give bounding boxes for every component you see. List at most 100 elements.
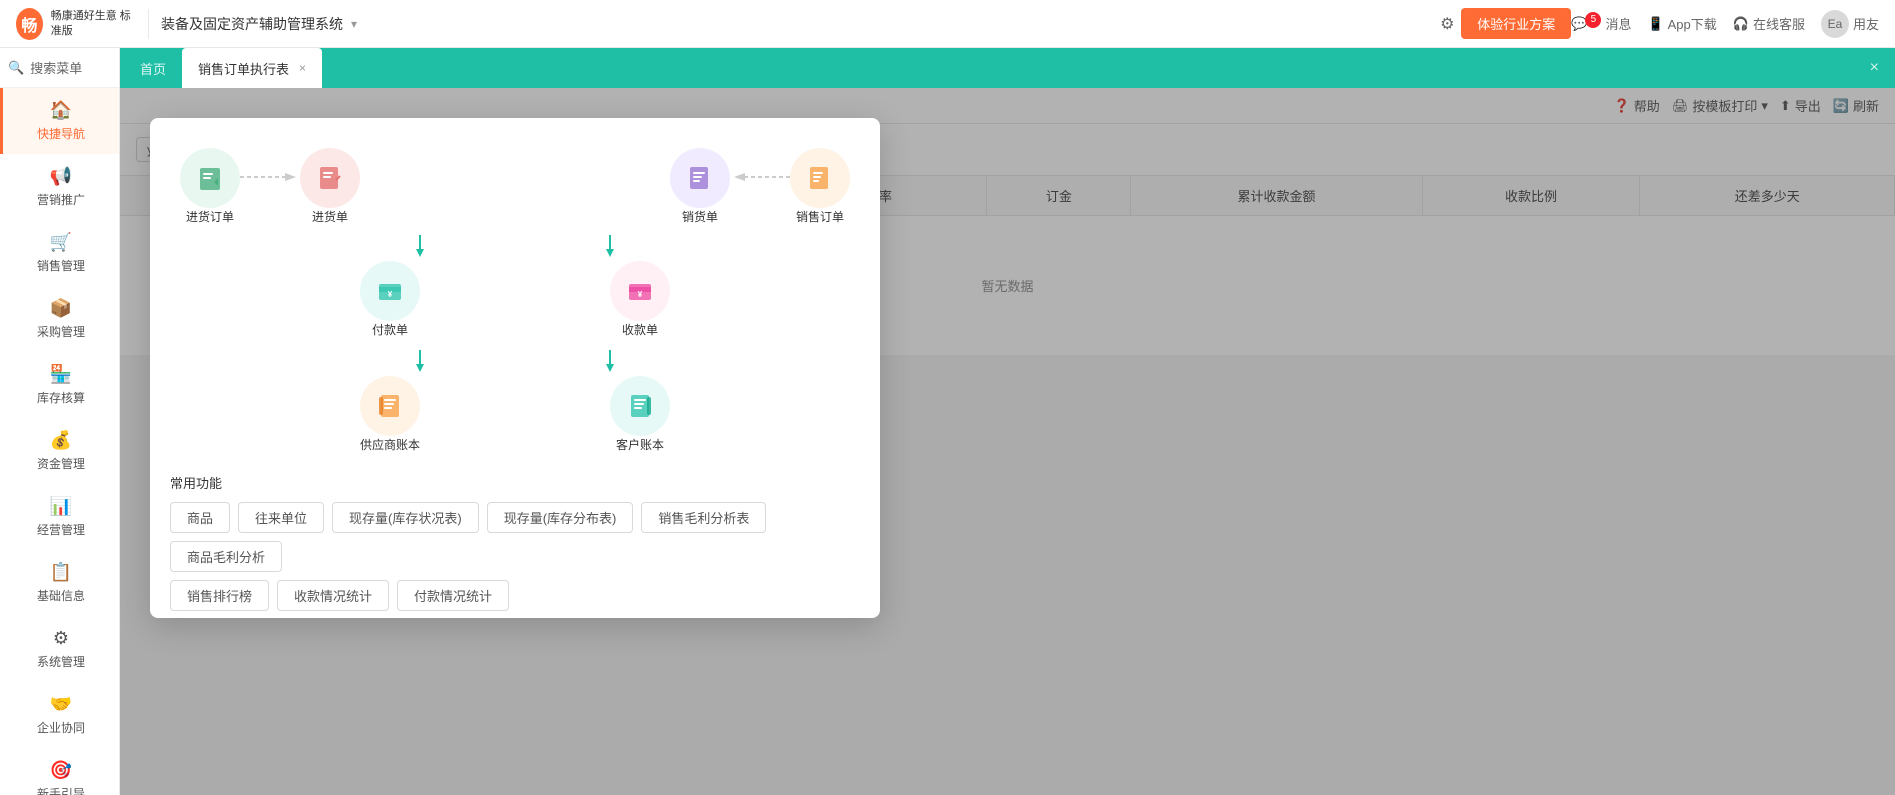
- purchase-bill-node: 进货单: [300, 148, 360, 225]
- func-btn-receipt-stats[interactable]: 收款情况统计: [277, 580, 389, 611]
- sales-order-node: 销售订单: [790, 148, 850, 225]
- supplier-ledger-label: 供应商账本: [360, 436, 420, 453]
- sidebar-item-inventory[interactable]: 🏪 库存核算: [0, 352, 119, 418]
- payment-in-icon: ¥: [626, 277, 654, 305]
- search-icon: 🔍: [8, 60, 24, 76]
- purchase-order-node: 进货订单: [180, 148, 240, 225]
- down-arrow-2: [602, 235, 618, 257]
- tab-close-icon[interactable]: ×: [299, 61, 306, 75]
- payment-in-down-arrow: [550, 350, 670, 372]
- sales-bill-circle[interactable]: [670, 148, 730, 208]
- message-item[interactable]: 💬 5 消息: [1571, 14, 1631, 33]
- func-btn-sales-gross[interactable]: 销售毛利分析表: [641, 502, 766, 533]
- spacer-right: [730, 235, 850, 257]
- sales-bill-node: 销货单: [670, 148, 730, 225]
- quick-nav-icon: 🏠: [50, 100, 72, 121]
- func-btn-stock-status[interactable]: 现存量(库存状况表): [332, 502, 479, 533]
- purchase-order-circle[interactable]: [180, 148, 240, 208]
- enterprise-icon: 🤝: [50, 694, 72, 715]
- left-arrow-dashed: [730, 169, 790, 185]
- gear-button[interactable]: ⚙: [1433, 10, 1461, 38]
- user-label: 用友: [1853, 14, 1879, 33]
- logo-area: 畅 畅康通好生意 标准版: [16, 8, 136, 40]
- customer-ledger-circle[interactable]: [610, 376, 670, 436]
- sidebar-item-marketing[interactable]: 📢 营销推广: [0, 154, 119, 220]
- func-btn-stock-dist[interactable]: 现存量(库存分布表): [487, 502, 634, 533]
- sales-order-label: 销售订单: [796, 208, 844, 225]
- purchase-order-icon: [196, 164, 224, 192]
- sidebar-item-enterprise[interactable]: 🤝 企业协同: [0, 682, 119, 748]
- online-service-label: 在线客服: [1753, 14, 1805, 33]
- sales-bill-icon: [686, 164, 714, 192]
- tab-sales-orders[interactable]: 销售订单执行表 ×: [182, 48, 322, 88]
- flow-row-2: ¥ 付款单: [180, 261, 850, 338]
- page-content: ❓ 帮助 🖨 按模板打印 ▾ ⬆ 导出 🔄 刷新: [120, 88, 1895, 795]
- phone-icon: 📱: [1647, 16, 1663, 32]
- sidebar-item-quick-nav[interactable]: 🏠 快捷导航: [0, 88, 119, 154]
- payment-in-node: ¥ 收款单: [610, 261, 670, 338]
- customer-ledger-icon: [626, 392, 654, 420]
- modal-overlay: 进货订单: [120, 88, 1895, 795]
- purchase-bill-circle[interactable]: [300, 148, 360, 208]
- func-btn-sales-rank[interactable]: 销售排行榜: [170, 580, 269, 611]
- sidebar-item-label-finance: 资金管理: [37, 455, 85, 472]
- func-btn-product[interactable]: 商品: [170, 502, 230, 533]
- tab-home-label: 首页: [140, 59, 166, 78]
- tab-bar-close-icon[interactable]: ×: [1858, 59, 1891, 77]
- tab-home[interactable]: 首页: [124, 48, 182, 88]
- tab-sales-orders-label: 销售订单执行表: [198, 59, 289, 78]
- sidebar-item-basic-info[interactable]: 📋 基础信息: [0, 550, 119, 616]
- sidebar-item-purchase[interactable]: 📦 采购管理: [0, 286, 119, 352]
- modal-box: 进货订单: [150, 118, 880, 618]
- message-badge: 5: [1585, 12, 1601, 28]
- sidebar-item-label-quick-nav: 快捷导航: [37, 125, 85, 142]
- down-arrow-1: [412, 235, 428, 257]
- sidebar-item-label-system: 系统管理: [37, 653, 85, 670]
- header-right: 💬 5 消息 📱 App下载 🎧 在线客服 Ea 用友: [1571, 10, 1879, 38]
- sales-bill-label: 销货单: [682, 208, 718, 225]
- system-title-text: 装备及固定资产辅助管理系统: [161, 14, 343, 34]
- sidebar-item-label-newbie: 新手引导: [37, 785, 85, 795]
- payment-out-icon: ¥: [376, 277, 404, 305]
- sidebar-item-operations[interactable]: 📊 经营管理: [0, 484, 119, 550]
- right-arrow-dashed: [240, 169, 300, 185]
- purchase-bill-icon: [316, 164, 344, 192]
- sidebar-search[interactable]: 🔍 搜索菜单: [0, 48, 119, 88]
- payment-in-label: 收款单: [622, 321, 658, 338]
- sidebar-item-system[interactable]: ⚙ 系统管理: [0, 616, 119, 682]
- system-title-dropdown-icon[interactable]: ▾: [351, 17, 357, 31]
- spacer-left: [180, 235, 300, 257]
- app-download-item[interactable]: 📱 App下载: [1647, 14, 1716, 33]
- sales-order-circle[interactable]: [790, 148, 850, 208]
- inventory-icon: 🏪: [50, 364, 72, 385]
- svg-text:¥: ¥: [388, 290, 393, 299]
- func-btn-product-gross[interactable]: 商品毛利分析: [170, 541, 282, 572]
- payment-out-circle[interactable]: ¥: [360, 261, 420, 321]
- sidebar-item-sales[interactable]: 🛒 销售管理: [0, 220, 119, 286]
- flow-row-3: 供应商账本: [180, 376, 850, 453]
- message-label: 消息: [1605, 14, 1631, 33]
- trial-button[interactable]: 体验行业方案: [1461, 8, 1571, 39]
- down-arrow-4: [602, 350, 618, 372]
- user-item[interactable]: Ea 用友: [1821, 10, 1879, 38]
- func-buttons-row2: 销售排行榜 收款情况统计 付款情况统计: [170, 580, 860, 611]
- sidebar-item-label-purchase: 采购管理: [37, 323, 85, 340]
- func-btn-payment-stats[interactable]: 付款情况统计: [397, 580, 509, 611]
- marketing-icon: 📢: [50, 166, 72, 187]
- sidebar-item-label-basic-info: 基础信息: [37, 587, 85, 604]
- app-download-label: App下载: [1668, 14, 1717, 33]
- spacer-arrow: [300, 235, 360, 257]
- sidebar-item-newbie[interactable]: 🎯 新手引导: [0, 748, 119, 795]
- func-btn-counterpart[interactable]: 往来单位: [238, 502, 324, 533]
- online-service-item[interactable]: 🎧 在线客服: [1733, 14, 1805, 33]
- payment-out-node: ¥ 付款单: [360, 261, 420, 338]
- spacer-a2-left: [180, 350, 300, 372]
- customer-ledger-node: 客户账本: [610, 376, 670, 453]
- sidebar-item-label-marketing: 营销推广: [37, 191, 85, 208]
- supplier-ledger-circle[interactable]: [360, 376, 420, 436]
- purchase-bill-down-arrow: [360, 235, 480, 257]
- payment-in-circle[interactable]: ¥: [610, 261, 670, 321]
- sidebar-item-finance[interactable]: 💰 资金管理: [0, 418, 119, 484]
- operations-icon: 📊: [50, 496, 72, 517]
- payment-out-down-arrow: [360, 350, 480, 372]
